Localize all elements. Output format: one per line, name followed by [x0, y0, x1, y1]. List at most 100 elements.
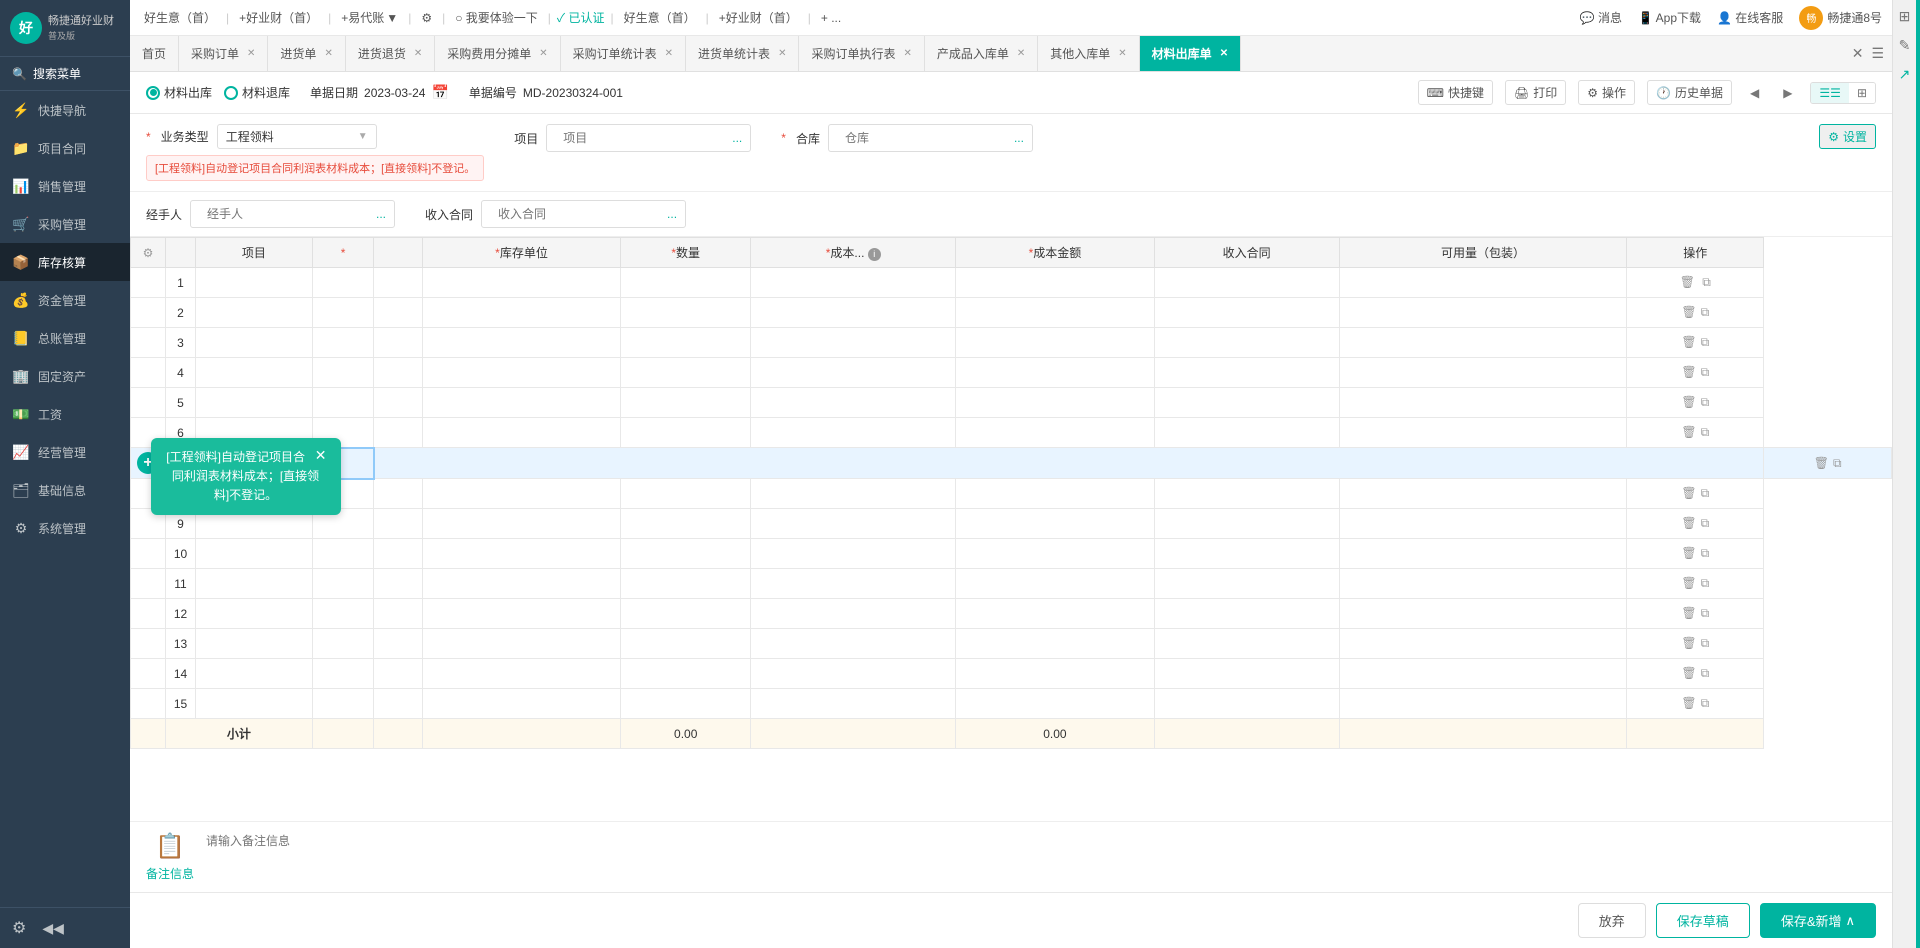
- tab-close-purchase-stat[interactable]: ✕: [665, 48, 673, 59]
- number-value[interactable]: MD-20230324-001: [523, 86, 623, 100]
- row-spec-1[interactable]: [374, 268, 422, 298]
- tab-close-purchase-in[interactable]: ✕: [324, 48, 332, 59]
- tab-purchase-exec[interactable]: 采购订单执行表 ✕: [799, 36, 924, 72]
- delete-icon-9[interactable]: 🗑: [1681, 516, 1696, 530]
- tab-home[interactable]: 首页: [130, 36, 179, 72]
- copy-icon-5[interactable]: ⧉: [1701, 395, 1710, 409]
- sidebar-item-assets[interactable]: 🏢 固定资产: [0, 357, 130, 395]
- tab-close-purchase-expense[interactable]: ✕: [539, 48, 547, 59]
- col-settings[interactable]: ⚙: [131, 238, 166, 268]
- history-btn[interactable]: 🕐 历史单据: [1647, 80, 1732, 105]
- calendar-icon[interactable]: 📅: [431, 84, 448, 101]
- copy-icon-4[interactable]: ⧉: [1701, 365, 1710, 379]
- warehouse-input[interactable]: [837, 128, 1008, 148]
- prev-btn[interactable]: ◀: [1744, 84, 1765, 102]
- project-dots[interactable]: ...: [732, 131, 742, 145]
- income-contract-dots[interactable]: ...: [667, 207, 677, 221]
- nav-more[interactable]: + ...: [817, 9, 845, 27]
- delete-icon-6[interactable]: 🗑: [1681, 425, 1696, 439]
- delete-icon-5[interactable]: 🗑: [1681, 395, 1696, 409]
- next-btn[interactable]: ▶: [1777, 84, 1798, 102]
- nav-haoshengyi[interactable]: 好生意（首）: [140, 7, 220, 28]
- tab-material-out[interactable]: 材料出库单 ✕: [1140, 36, 1241, 72]
- app-download-btn[interactable]: 📱 App下载: [1638, 9, 1701, 26]
- sidebar-item-operations[interactable]: 📈 经营管理: [0, 433, 130, 471]
- table-settings-icon[interactable]: ⚙: [143, 246, 154, 260]
- collapse-icon[interactable]: ◀◀: [42, 920, 64, 937]
- delete-icon-10[interactable]: 🗑: [1681, 546, 1696, 560]
- delete-icon-2[interactable]: 🗑: [1681, 305, 1696, 319]
- card-view-btn[interactable]: ⊞: [1849, 83, 1875, 103]
- tab-purchase-stat[interactable]: 采购订单统计表 ✕: [561, 36, 686, 72]
- nav-haoshengyi2[interactable]: 好生意（首）: [620, 7, 700, 28]
- tab-purchase-order[interactable]: 采购订单 ✕: [179, 36, 268, 72]
- handler-dots[interactable]: ...: [376, 207, 386, 221]
- business-type-select[interactable]: 工程领料 ▼: [217, 124, 377, 149]
- tab-close-purchase-return[interactable]: ✕: [414, 48, 422, 59]
- messages-btn[interactable]: 💬 消息: [1580, 9, 1622, 26]
- radio-material-out[interactable]: 材料出库: [146, 84, 212, 101]
- table-view-btn[interactable]: ☰☰: [1811, 83, 1849, 103]
- sidebar-search[interactable]: 🔍 搜索菜单: [0, 57, 130, 91]
- sidebar-item-salary[interactable]: 💵 工资: [0, 395, 130, 433]
- tab-purchase-return[interactable]: 进货退货 ✕: [346, 36, 435, 72]
- shortcut-btn[interactable]: ⌨ 快捷键: [1418, 80, 1493, 105]
- nav-haoyecai[interactable]: +好业财（首）: [235, 7, 322, 28]
- delete-icon-4[interactable]: 🗑: [1681, 365, 1696, 379]
- copy-icon-13[interactable]: ⧉: [1701, 636, 1710, 650]
- note-input[interactable]: [206, 832, 1876, 860]
- tab-close-other-in[interactable]: ✕: [1118, 48, 1126, 59]
- nav-haoyecai2[interactable]: +好业财（首）: [715, 7, 802, 28]
- delete-icon-11[interactable]: 🗑: [1681, 576, 1696, 590]
- sidebar-item-accounting[interactable]: 📒 总账管理: [0, 319, 130, 357]
- cost-info-icon[interactable]: i: [868, 248, 881, 261]
- tab-close-all[interactable]: ✕: [1852, 45, 1864, 62]
- row-income-contract-1[interactable]: [1154, 268, 1339, 298]
- delete-icon-7[interactable]: 🗑: [1814, 456, 1829, 470]
- delete-icon-15[interactable]: 🗑: [1681, 696, 1696, 710]
- copy-icon-12[interactable]: ⧉: [1701, 606, 1710, 620]
- sidebar-item-finance[interactable]: 💰 资金管理: [0, 281, 130, 319]
- tab-close-purchase-exec[interactable]: ✕: [903, 48, 911, 59]
- settings-icon[interactable]: ⚙: [12, 918, 26, 938]
- sidebar-item-purchase[interactable]: 🛒 采购管理: [0, 205, 130, 243]
- income-contract-input[interactable]: [490, 204, 661, 224]
- tab-close-in-stat[interactable]: ✕: [778, 48, 786, 59]
- tooltip-close[interactable]: ✕: [315, 448, 327, 462]
- sidebar-item-project[interactable]: 📁 项目合同: [0, 129, 130, 167]
- online-service-btn[interactable]: 👤 在线客服: [1717, 9, 1783, 26]
- tab-close-material-out[interactable]: ✕: [1220, 48, 1228, 59]
- row-cost-amount-1[interactable]: [956, 268, 1154, 298]
- copy-icon-15[interactable]: ⧉: [1701, 696, 1710, 710]
- tab-close-purchase-order[interactable]: ✕: [247, 48, 255, 59]
- delete-icon-8[interactable]: 🗑: [1681, 486, 1696, 500]
- delete-icon-14[interactable]: 🗑: [1681, 666, 1696, 680]
- copy-icon-14[interactable]: ⧉: [1701, 666, 1710, 680]
- copy-icon-2[interactable]: ⧉: [1701, 305, 1710, 319]
- sidebar-item-sales[interactable]: 📊 销售管理: [0, 167, 130, 205]
- copy-icon-1[interactable]: ⧉: [1702, 275, 1711, 289]
- sidebar-item-shortcut[interactable]: ⚡ 快捷导航: [0, 91, 130, 129]
- save-draft-btn[interactable]: 保存草稿: [1656, 903, 1750, 938]
- nav-settings[interactable]: ⚙: [417, 9, 436, 27]
- copy-icon-9[interactable]: ⧉: [1701, 516, 1710, 530]
- nav-experience[interactable]: ○ 我要体验一下: [451, 7, 542, 28]
- row-project-1[interactable]: [196, 268, 313, 298]
- copy-icon-11[interactable]: ⧉: [1701, 576, 1710, 590]
- warehouse-dots[interactable]: ...: [1014, 131, 1024, 145]
- operations-btn[interactable]: ⚙ 操作: [1578, 80, 1635, 105]
- copy-icon-3[interactable]: ⧉: [1701, 335, 1710, 349]
- row-product-1[interactable]: [312, 268, 374, 298]
- copy-icon-10[interactable]: ⧉: [1701, 546, 1710, 560]
- row-quantity-1[interactable]: [621, 268, 751, 298]
- user-btn[interactable]: 畅 畅捷通8号: [1799, 6, 1882, 30]
- tab-purchase-in[interactable]: 进货单 ✕: [268, 36, 345, 72]
- sidebar-item-system[interactable]: ⚙ 系统管理: [0, 509, 130, 547]
- right-panel-icon-3[interactable]: ↗: [1899, 66, 1911, 83]
- copy-icon-8[interactable]: ⧉: [1701, 486, 1710, 500]
- sidebar-item-inventory[interactable]: 📦 库存核算: [0, 243, 130, 281]
- right-panel-icon-1[interactable]: ⊞: [1899, 8, 1911, 25]
- print-btn[interactable]: 🖨 打印: [1505, 80, 1566, 105]
- form-settings-btn[interactable]: ⚙ 设置: [1819, 124, 1876, 149]
- sidebar-item-base[interactable]: 🗂 基础信息: [0, 471, 130, 509]
